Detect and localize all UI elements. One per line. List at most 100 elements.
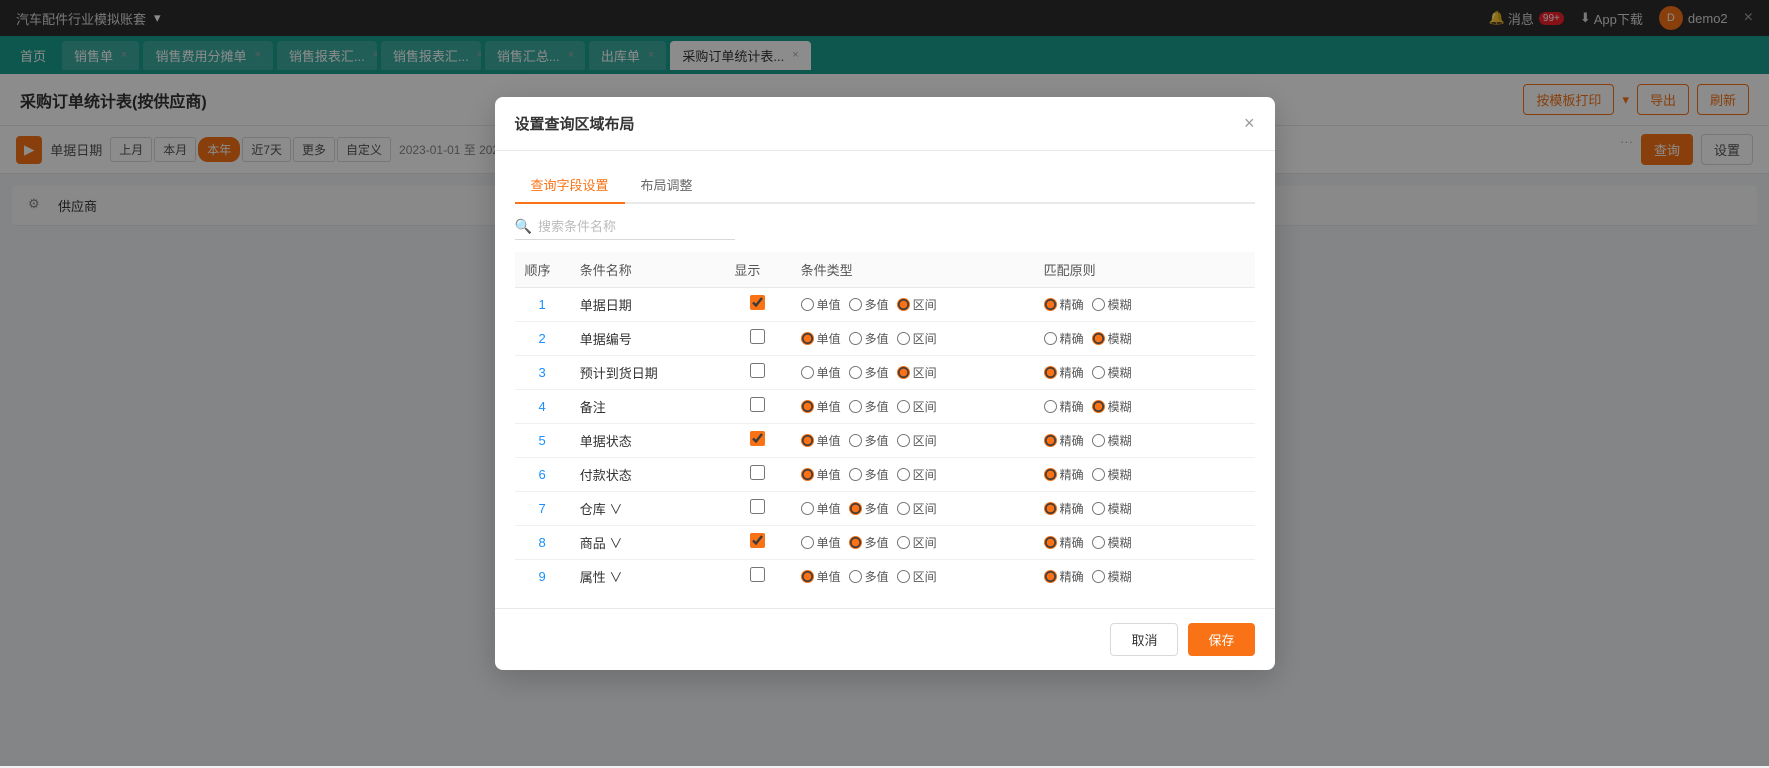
dialog-body: 查询字段设置 布局调整 🔍 顺序 条件名称 显示 条件类型 <box>495 151 1275 608</box>
row-match: 精确模糊 <box>1034 525 1255 559</box>
show-checkbox[interactable] <box>750 295 765 310</box>
row-match: 精确模糊 <box>1034 389 1255 423</box>
row-order: 4 <box>515 389 570 423</box>
type-single-radio[interactable]: 单值 <box>801 330 841 347</box>
show-checkbox[interactable] <box>750 397 765 412</box>
type-multi-radio[interactable]: 多值 <box>849 466 889 483</box>
row-order: 9 <box>515 559 570 592</box>
row-type: 单值多值区间 <box>791 355 1034 389</box>
show-checkbox[interactable] <box>750 431 765 446</box>
modal-overlay: 设置查询区域布局 × 查询字段设置 布局调整 🔍 顺序 <box>0 0 1769 766</box>
row-name: 付款状态 <box>570 457 725 491</box>
match-fuzzy-radio[interactable]: 模糊 <box>1092 364 1132 381</box>
row-order: 2 <box>515 321 570 355</box>
match-fuzzy-radio[interactable]: 模糊 <box>1092 500 1132 517</box>
match-exact-radio[interactable]: 精确 <box>1044 330 1084 347</box>
type-range-radio[interactable]: 区间 <box>897 330 937 347</box>
type-multi-radio[interactable]: 多值 <box>849 568 889 585</box>
fields-table-scroll[interactable]: 顺序 条件名称 显示 条件类型 匹配原则 1单据日期单值多值区间精确模糊2单据编… <box>515 252 1255 592</box>
type-multi-radio[interactable]: 多值 <box>849 398 889 415</box>
cancel-btn[interactable]: 取消 <box>1110 623 1178 656</box>
type-single-radio[interactable]: 单值 <box>801 296 841 313</box>
match-exact-radio[interactable]: 精确 <box>1044 500 1084 517</box>
th-name: 条件名称 <box>570 252 725 288</box>
type-single-radio[interactable]: 单值 <box>801 398 841 415</box>
search-input[interactable] <box>538 219 735 234</box>
table-row: 9属性 ∨单值多值区间精确模糊 <box>515 559 1255 592</box>
type-multi-radio[interactable]: 多值 <box>849 330 889 347</box>
save-btn[interactable]: 保存 <box>1188 623 1254 656</box>
show-checkbox[interactable] <box>750 499 765 514</box>
row-type: 单值多值区间 <box>791 321 1034 355</box>
fields-table: 顺序 条件名称 显示 条件类型 匹配原则 1单据日期单值多值区间精确模糊2单据编… <box>515 252 1255 592</box>
type-multi-radio[interactable]: 多值 <box>849 534 889 551</box>
show-checkbox[interactable] <box>750 329 765 344</box>
row-name: 单据状态 <box>570 423 725 457</box>
row-name: 单据编号 <box>570 321 725 355</box>
match-fuzzy-radio[interactable]: 模糊 <box>1092 398 1132 415</box>
table-row: 1单据日期 单值多值区间 精确模糊 <box>515 287 1255 321</box>
type-single-radio[interactable]: 单值 <box>801 432 841 449</box>
show-checkbox[interactable] <box>750 465 765 480</box>
dialog-footer: 取消 保存 <box>495 608 1275 670</box>
match-fuzzy-radio[interactable]: 模糊 <box>1092 466 1132 483</box>
type-multi-radio[interactable]: 多值 <box>849 296 889 313</box>
type-range-radio[interactable]: 区间 <box>897 500 937 517</box>
type-range-radio[interactable]: 区间 <box>897 398 937 415</box>
type-single-radio[interactable]: 单值 <box>801 534 841 551</box>
type-range-radio[interactable]: 区间 <box>897 296 937 313</box>
th-match: 匹配原则 <box>1034 252 1255 288</box>
match-exact-radio[interactable]: 精确 <box>1044 296 1084 313</box>
row-show <box>724 525 790 559</box>
match-fuzzy-radio[interactable]: 模糊 <box>1092 534 1132 551</box>
show-checkbox[interactable] <box>750 363 765 378</box>
table-row: 3预计到货日期单值多值区间精确模糊 <box>515 355 1255 389</box>
tab-field-settings[interactable]: 查询字段设置 <box>515 167 625 204</box>
show-checkbox[interactable] <box>750 567 765 582</box>
type-single-radio[interactable]: 单值 <box>801 568 841 585</box>
show-checkbox[interactable] <box>750 533 765 548</box>
type-range-radio[interactable]: 区间 <box>897 534 937 551</box>
match-fuzzy-radio[interactable]: 模糊 <box>1092 330 1132 347</box>
match-exact-radio[interactable]: 精确 <box>1044 568 1084 585</box>
type-single-radio[interactable]: 单值 <box>801 466 841 483</box>
match-exact-radio[interactable]: 精确 <box>1044 364 1084 381</box>
match-fuzzy-radio[interactable]: 模糊 <box>1092 568 1132 585</box>
match-exact-radio[interactable]: 精确 <box>1044 466 1084 483</box>
row-match: 精确模糊 <box>1034 287 1255 321</box>
row-order: 5 <box>515 423 570 457</box>
type-range-radio[interactable]: 区间 <box>897 364 937 381</box>
type-multi-radio[interactable]: 多值 <box>849 500 889 517</box>
dialog-close-btn[interactable]: × <box>1244 113 1255 134</box>
table-row: 2单据编号单值多值区间精确模糊 <box>515 321 1255 355</box>
type-single-radio[interactable]: 单值 <box>801 364 841 381</box>
table-row: 7仓库 ∨单值多值区间精确模糊 <box>515 491 1255 525</box>
row-show <box>724 559 790 592</box>
match-fuzzy-radio[interactable]: 模糊 <box>1092 296 1132 313</box>
match-fuzzy-radio[interactable]: 模糊 <box>1092 432 1132 449</box>
row-match: 精确模糊 <box>1034 321 1255 355</box>
row-show <box>724 457 790 491</box>
match-exact-radio[interactable]: 精确 <box>1044 398 1084 415</box>
settings-dialog: 设置查询区域布局 × 查询字段设置 布局调整 🔍 顺序 <box>495 97 1275 670</box>
row-show <box>724 287 790 321</box>
row-name: 单据日期 <box>570 287 725 321</box>
type-range-radio[interactable]: 区间 <box>897 466 937 483</box>
match-exact-radio[interactable]: 精确 <box>1044 534 1084 551</box>
type-range-radio[interactable]: 区间 <box>897 432 937 449</box>
type-multi-radio[interactable]: 多值 <box>849 432 889 449</box>
table-row: 4备注单值多值区间精确模糊 <box>515 389 1255 423</box>
row-match: 精确模糊 <box>1034 457 1255 491</box>
row-order: 1 <box>515 287 570 321</box>
row-name: 仓库 ∨ <box>570 491 725 525</box>
row-match: 精确模糊 <box>1034 559 1255 592</box>
tab-layout-adjust[interactable]: 布局调整 <box>625 167 709 204</box>
row-order: 6 <box>515 457 570 491</box>
row-type: 单值多值区间 <box>791 525 1034 559</box>
row-show <box>724 355 790 389</box>
type-multi-radio[interactable]: 多值 <box>849 364 889 381</box>
match-exact-radio[interactable]: 精确 <box>1044 432 1084 449</box>
th-show: 显示 <box>724 252 790 288</box>
type-single-radio[interactable]: 单值 <box>801 500 841 517</box>
type-range-radio[interactable]: 区间 <box>897 568 937 585</box>
